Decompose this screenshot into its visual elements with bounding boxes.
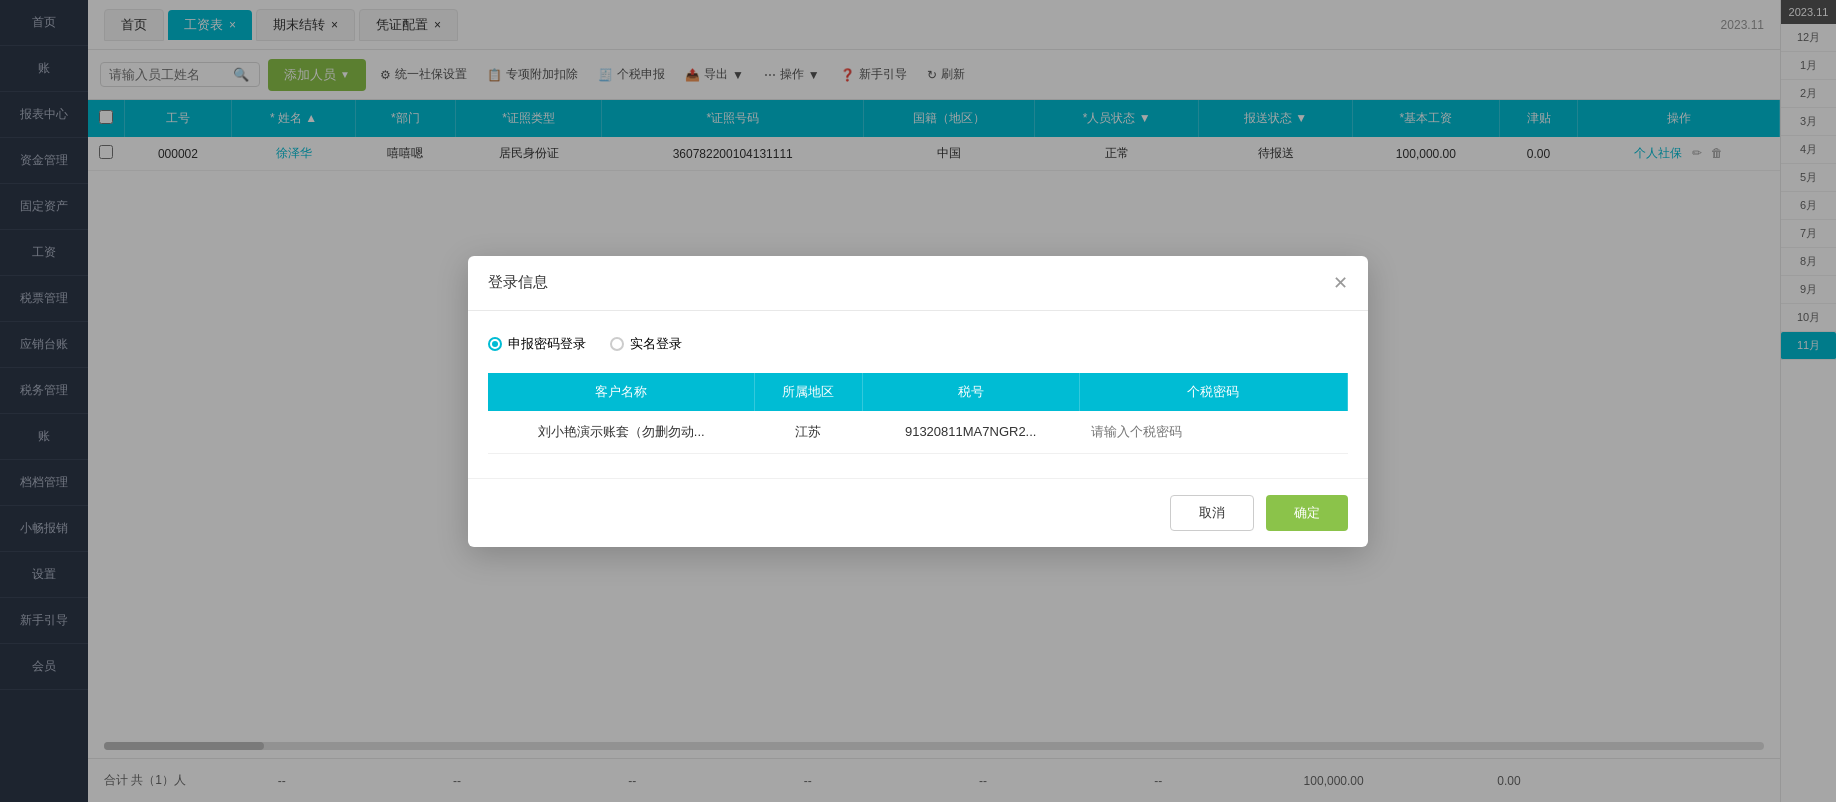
login-type-radio-group: 申报密码登录 实名登录 [488,335,1348,353]
dialog-body: 申报密码登录 实名登录 客户名称 所属地区 税号 个税密码 [468,311,1368,478]
dialog-table-row: 刘小艳演示账套（勿删勿动... 江苏 91320811MA7NGR2... [488,411,1348,454]
dialog-col-taxno: 税号 [862,373,1079,411]
radio-password-login[interactable]: 申报密码登录 [488,335,586,353]
dialog-col-customer: 客户名称 [488,373,755,411]
dialog-col-password: 个税密码 [1079,373,1347,411]
dialog-title: 登录信息 [488,273,548,292]
dialog-cell-taxno: 91320811MA7NGR2... [862,411,1079,454]
dialog-cell-password[interactable] [1079,411,1347,454]
dialog-cancel-button[interactable]: 取消 [1170,495,1254,531]
radio-realname-login[interactable]: 实名登录 [610,335,682,353]
login-dialog: 登录信息 ✕ 申报密码登录 实名登录 [468,256,1368,547]
radio-password-dot [488,337,502,351]
dialog-close-button[interactable]: ✕ [1333,272,1348,294]
dialog-cell-customer: 刘小艳演示账套（勿删勿动... [488,411,755,454]
app-wrapper: 首页 账 报表中心 资金管理 固定资产 工资 税票管理 应销台账 税务管理 账 … [0,0,1836,802]
dialog-col-region: 所属地区 [755,373,863,411]
overlay: 登录信息 ✕ 申报密码登录 实名登录 [0,0,1836,802]
dialog-cell-region: 江苏 [755,411,863,454]
tax-password-input[interactable] [1091,424,1335,439]
dialog-confirm-button[interactable]: 确定 [1266,495,1348,531]
dialog-footer: 取消 确定 [468,478,1368,547]
dialog-table: 客户名称 所属地区 税号 个税密码 刘小艳演示账套（勿删勿动... 江苏 913… [488,373,1348,454]
radio-realname-dot [610,337,624,351]
dialog-header: 登录信息 ✕ [468,256,1368,311]
